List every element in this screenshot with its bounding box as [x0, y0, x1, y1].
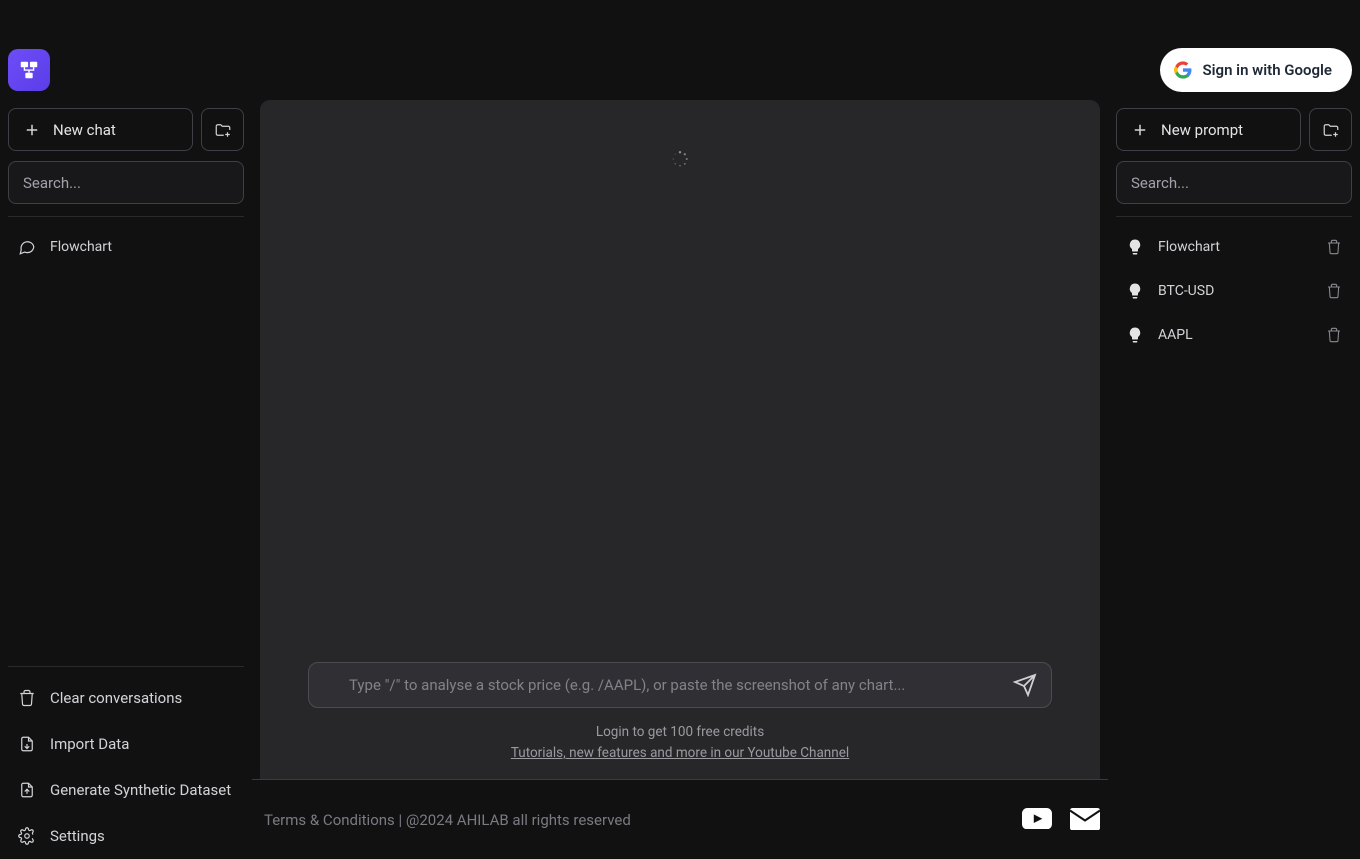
chat-item-label: Flowchart: [50, 239, 112, 255]
loading-indicator: [671, 150, 689, 168]
spinner-icon: [671, 150, 689, 168]
right-sidebar: New prompt Flowchart BTC-USD AAPL: [1108, 100, 1360, 859]
bottom-item-label: Clear conversations: [50, 689, 182, 707]
prompt-item-label: Flowchart: [1158, 239, 1220, 255]
bottom-item-label: Import Data: [50, 735, 129, 753]
mail-icon: [1070, 808, 1100, 831]
lightbulb-icon: [1126, 326, 1144, 344]
import-icon: [18, 735, 36, 753]
tutorial-link[interactable]: Tutorials, new features and more in our …: [511, 745, 849, 761]
new-folder-button[interactable]: [201, 108, 244, 151]
generate-icon: [18, 781, 36, 799]
prompt-list-item[interactable]: BTC-USD: [1116, 269, 1352, 313]
youtube-icon: [1022, 808, 1052, 829]
chat-icon: [18, 238, 36, 256]
left-sidebar: New chat Flowchart Clear conversations: [0, 100, 252, 859]
prompt-list-item[interactable]: Flowchart: [1116, 225, 1352, 269]
lightbulb-icon: [1126, 238, 1144, 256]
prompt-item-label: BTC-USD: [1158, 283, 1214, 299]
prompt-search-input[interactable]: [1131, 174, 1337, 192]
import-data-button[interactable]: Import Data: [8, 721, 244, 767]
prompt-list-item[interactable]: AAPL: [1116, 313, 1352, 357]
plus-icon: [1131, 121, 1149, 139]
trash-icon: [1326, 283, 1342, 299]
chat-list-item[interactable]: Flowchart: [8, 225, 244, 269]
lightbulb-icon: [1126, 282, 1144, 300]
gear-icon: [18, 827, 36, 845]
credits-notice: Login to get 100 free credits: [260, 722, 1100, 744]
prompt-item-label: AAPL: [1158, 327, 1193, 343]
new-prompt-folder-button[interactable]: [1309, 108, 1352, 151]
delete-prompt-button[interactable]: [1326, 239, 1342, 255]
google-signin-label: Sign in with Google: [1202, 61, 1332, 79]
folder-plus-icon: [214, 121, 232, 139]
google-icon: [1174, 61, 1192, 79]
trash-icon: [1326, 239, 1342, 255]
bottom-item-label: Generate Synthetic Dataset: [50, 781, 231, 799]
new-chat-button[interactable]: New chat: [8, 108, 193, 151]
chat-input[interactable]: [349, 676, 1013, 694]
bottom-item-label: Settings: [50, 827, 105, 845]
send-icon: [1013, 673, 1037, 697]
folder-plus-icon: [1322, 121, 1340, 139]
new-chat-label: New chat: [53, 121, 116, 139]
header: Sign in with Google: [0, 48, 1360, 92]
footer: Terms & Conditions | @2024 AHILAB all ri…: [252, 779, 1108, 859]
chat-search-input[interactable]: [23, 174, 229, 192]
clear-conversations-button[interactable]: Clear conversations: [8, 675, 244, 721]
plus-icon: [23, 121, 41, 139]
google-signin-button[interactable]: Sign in with Google: [1160, 48, 1352, 92]
settings-button[interactable]: Settings: [8, 813, 244, 859]
main-content: Login to get 100 free credits Tutorials,…: [252, 100, 1108, 859]
new-prompt-label: New prompt: [1161, 121, 1243, 139]
generate-dataset-button[interactable]: Generate Synthetic Dataset: [8, 767, 244, 813]
app-logo[interactable]: [8, 49, 50, 91]
delete-prompt-button[interactable]: [1326, 327, 1342, 343]
footer-legal-text: Terms & Conditions | @2024 AHILAB all ri…: [264, 811, 631, 829]
email-link[interactable]: [1070, 808, 1100, 832]
send-button[interactable]: [1013, 673, 1037, 697]
delete-prompt-button[interactable]: [1326, 283, 1342, 299]
youtube-link[interactable]: [1022, 808, 1052, 832]
trash-icon: [1326, 327, 1342, 343]
chat-pane: Login to get 100 free credits Tutorials,…: [260, 100, 1100, 779]
new-prompt-button[interactable]: New prompt: [1116, 108, 1301, 151]
trash-icon: [18, 689, 36, 707]
